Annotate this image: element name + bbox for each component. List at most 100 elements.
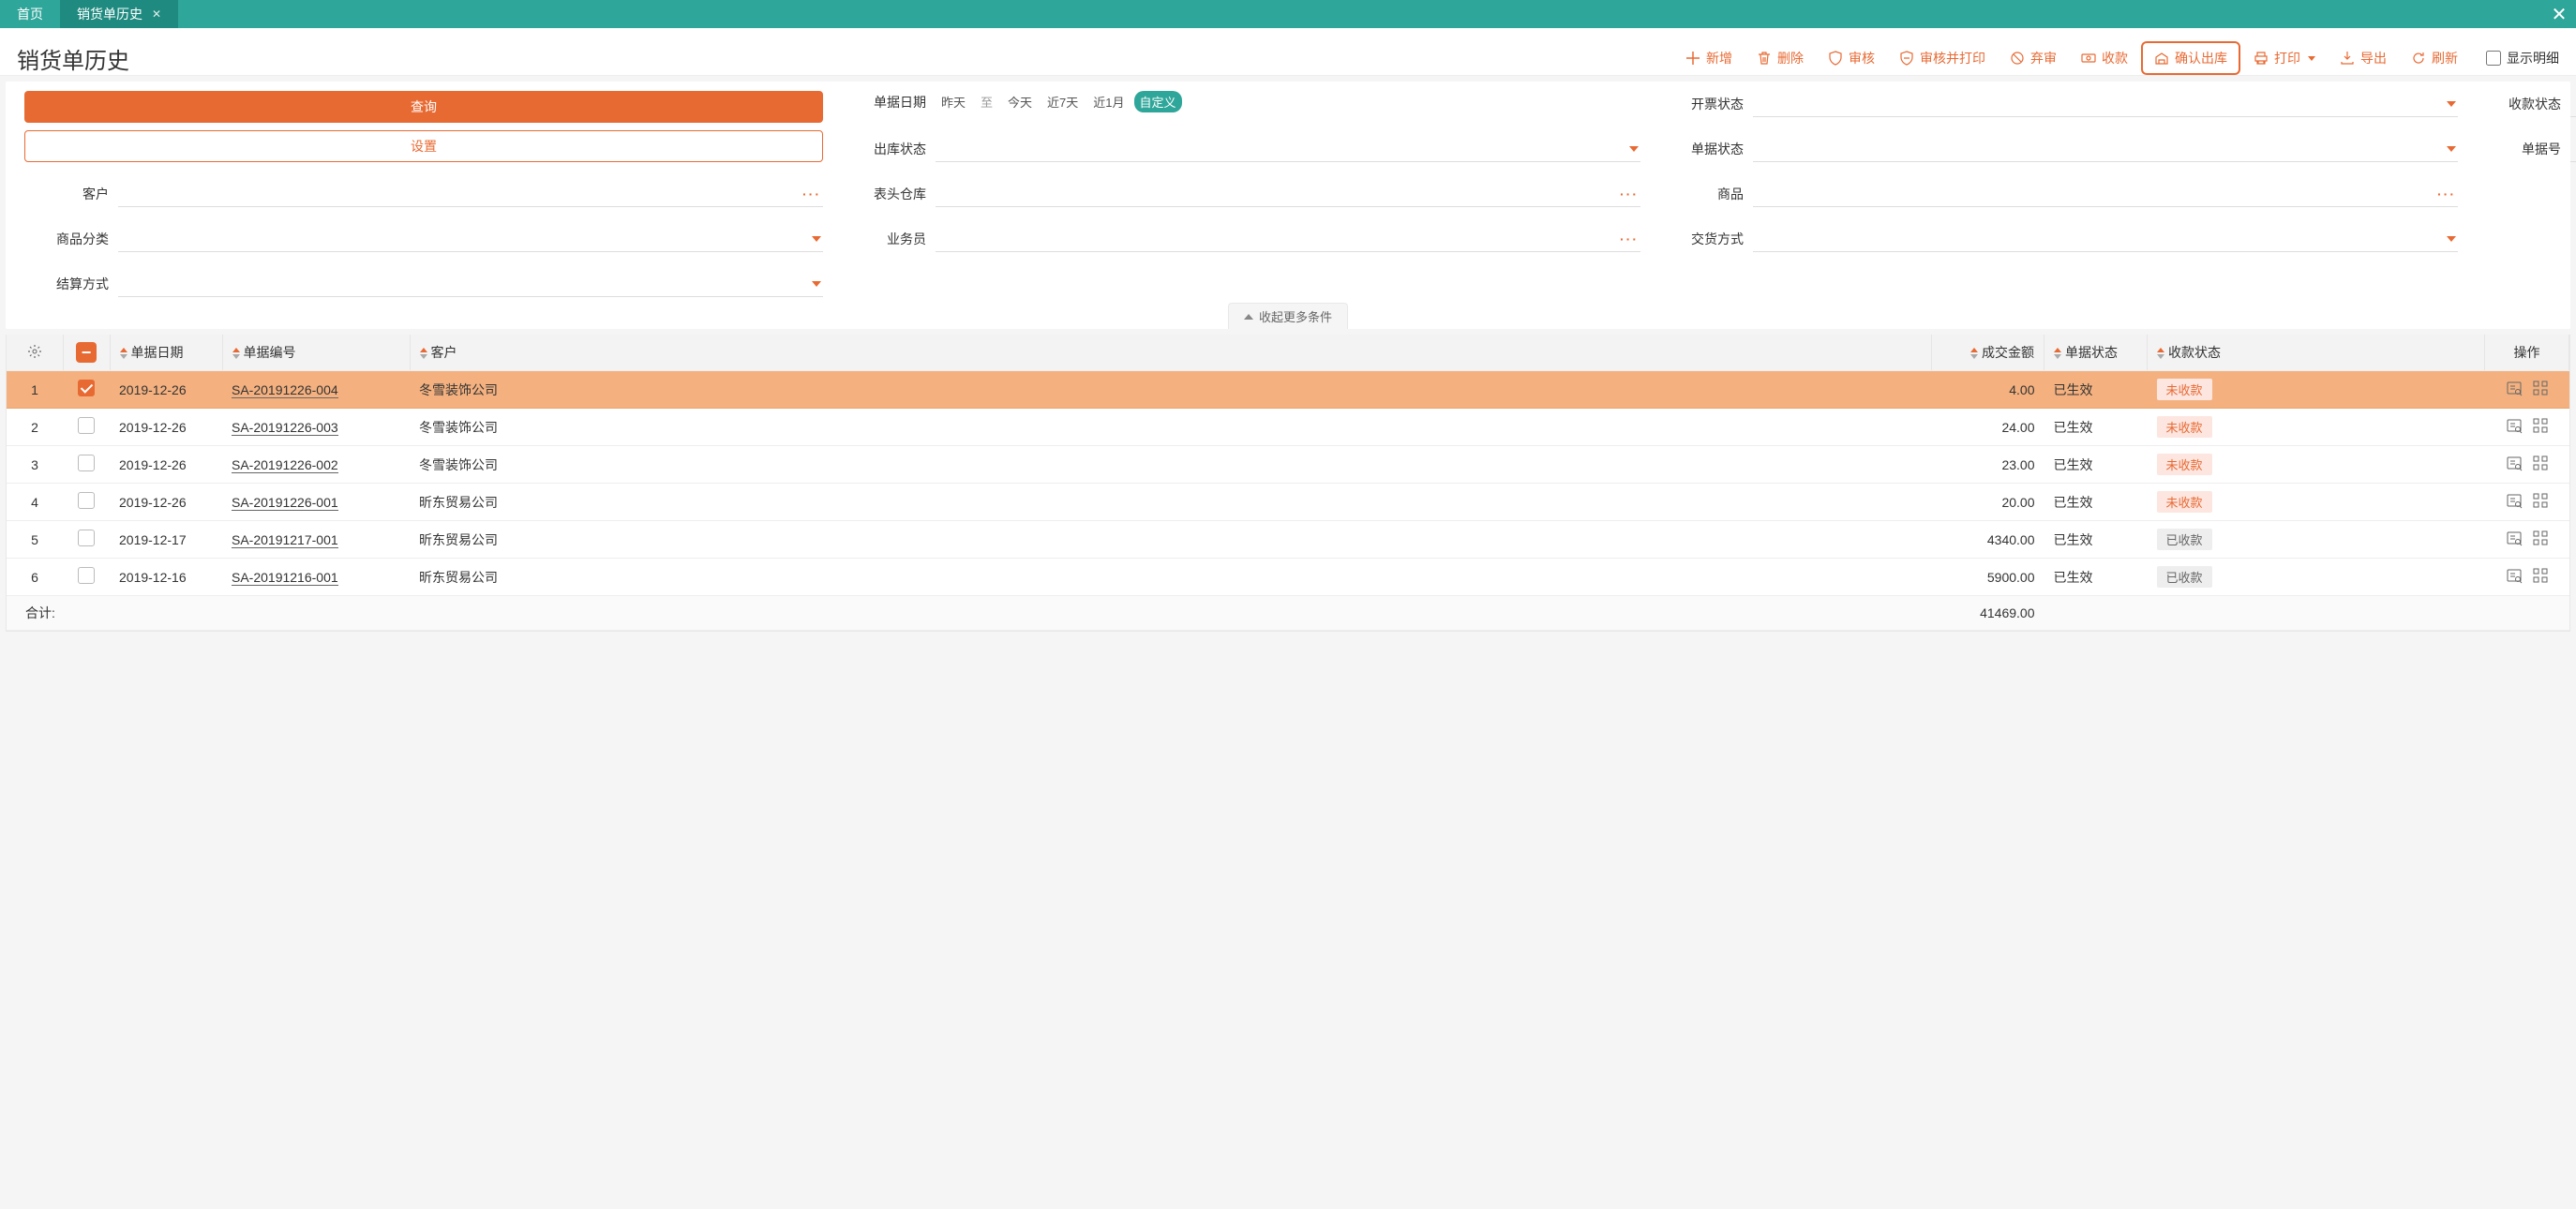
- doc-link[interactable]: SA-20191217-001: [232, 532, 338, 548]
- row-detail-icon[interactable]: [2506, 567, 2523, 587]
- page-header: 销货单历史 新增 删除 审核 审核并打印 弃审 收款 确认出库: [0, 28, 2576, 76]
- table-row[interactable]: 62019-12-16SA-20191216-001昕东贸易公司5900.00已…: [7, 559, 2569, 596]
- doc-link[interactable]: SA-20191226-001: [232, 495, 338, 511]
- col-status[interactable]: 单据状态: [2044, 335, 2148, 371]
- table-row[interactable]: 52019-12-17SA-20191217-001昕东贸易公司4340.00已…: [7, 521, 2569, 559]
- row-qr-icon[interactable]: [2532, 455, 2549, 474]
- settings-button[interactable]: 设置: [24, 130, 823, 162]
- cell-check[interactable]: [63, 559, 110, 596]
- gear-icon[interactable]: [27, 344, 42, 359]
- printer-icon: [2254, 51, 2269, 66]
- cell-check[interactable]: [63, 484, 110, 521]
- row-checkbox[interactable]: [78, 380, 95, 396]
- filter-product-cat-select[interactable]: [118, 226, 823, 252]
- filter-invoice-status-select[interactable]: [1753, 91, 2458, 117]
- doc-link[interactable]: SA-20191226-004: [232, 382, 338, 398]
- row-qr-icon[interactable]: [2532, 492, 2549, 512]
- col-amount[interactable]: 成交金额: [1932, 335, 2044, 371]
- row-qr-icon[interactable]: [2532, 567, 2549, 587]
- row-checkbox[interactable]: [78, 417, 95, 434]
- audit-button[interactable]: 审核: [1817, 43, 1886, 73]
- cell-index: 4: [7, 484, 63, 521]
- row-checkbox[interactable]: [78, 492, 95, 509]
- filter-doc-status-select[interactable]: [1753, 136, 2458, 162]
- tab-home[interactable]: 首页: [0, 0, 60, 28]
- row-qr-icon[interactable]: [2532, 417, 2549, 437]
- filter-settle-select[interactable]: [118, 271, 823, 297]
- receive-button[interactable]: 收款: [2070, 43, 2139, 73]
- col-pay-status-label: 收款状态: [2168, 345, 2221, 360]
- cell-doc-no: SA-20191226-004: [222, 371, 410, 409]
- window-close-icon[interactable]: ✕: [2542, 0, 2576, 28]
- row-detail-icon[interactable]: [2506, 380, 2523, 399]
- refresh-button[interactable]: 刷新: [2400, 43, 2469, 73]
- filter-doc-no-label: 单据号: [2477, 140, 2561, 158]
- filter-salesman-picker[interactable]: ···: [936, 226, 1640, 252]
- show-detail-checkbox[interactable]: [2486, 51, 2501, 66]
- filter-customer-picker[interactable]: ···: [118, 181, 823, 207]
- cell-check[interactable]: [63, 371, 110, 409]
- table-row[interactable]: 22019-12-26SA-20191226-003冬雪装饰公司24.00已生效…: [7, 409, 2569, 446]
- collapse-button[interactable]: 收起更多条件: [1228, 303, 1348, 329]
- delete-button[interactable]: 删除: [1745, 43, 1815, 73]
- filter-delivery-select[interactable]: [1753, 226, 2458, 252]
- col-actions-label: 操作: [2514, 345, 2540, 360]
- filter-product-picker[interactable]: ···: [1753, 181, 2458, 207]
- table-row[interactable]: 32019-12-26SA-20191226-002冬雪装饰公司23.00已生效…: [7, 446, 2569, 484]
- date-tag-near7[interactable]: 近7天: [1041, 91, 1084, 112]
- print-button[interactable]: 打印: [2242, 43, 2327, 73]
- filter-doc-no-input[interactable]: [2570, 136, 2576, 162]
- col-pay-status[interactable]: 收款状态: [2148, 335, 2485, 371]
- filter-receive-status: 收款状态: [2477, 91, 2552, 117]
- query-button[interactable]: 查询: [24, 91, 823, 123]
- filter-out-status-select[interactable]: [936, 136, 1640, 162]
- show-detail-toggle[interactable]: 显示明细: [2486, 49, 2559, 67]
- cell-doc-no: SA-20191226-002: [222, 446, 410, 484]
- row-qr-icon[interactable]: [2532, 380, 2549, 399]
- export-button[interactable]: 导出: [2329, 43, 2398, 73]
- table-row[interactable]: 12019-12-26SA-20191226-004冬雪装饰公司4.00已生效未…: [7, 371, 2569, 409]
- confirm-out-button[interactable]: 确认出库: [2141, 41, 2240, 75]
- col-select-all[interactable]: −: [63, 335, 110, 371]
- row-detail-icon[interactable]: [2506, 417, 2523, 437]
- sort-icon: [2054, 347, 2061, 360]
- row-detail-icon[interactable]: [2506, 455, 2523, 474]
- date-tag-today[interactable]: 今天: [1002, 91, 1038, 112]
- col-customer[interactable]: 客户: [410, 335, 1932, 371]
- deselect-icon[interactable]: −: [76, 342, 97, 363]
- row-checkbox[interactable]: [78, 455, 95, 471]
- filter-panel: 单据日期 昨天 至 今天 近7天 近1月 自定义 开票状态 收款状态 查询 设置…: [6, 82, 2570, 329]
- filter-receive-status-label: 收款状态: [2477, 95, 2561, 113]
- new-button[interactable]: 新增: [1674, 43, 1744, 73]
- col-doc-no[interactable]: 单据编号: [222, 335, 410, 371]
- cell-check[interactable]: [63, 521, 110, 559]
- cell-check[interactable]: [63, 446, 110, 484]
- cell-customer: 冬雪装饰公司: [410, 446, 1932, 484]
- col-settings[interactable]: [7, 335, 63, 371]
- date-tag-custom[interactable]: 自定义: [1134, 91, 1182, 112]
- close-icon[interactable]: ✕: [152, 7, 161, 21]
- row-checkbox[interactable]: [78, 567, 95, 584]
- more-dots-icon: ···: [2437, 187, 2456, 202]
- date-tag-near1m[interactable]: 近1月: [1087, 91, 1130, 112]
- doc-link[interactable]: SA-20191216-001: [232, 570, 338, 586]
- date-tag-yesterday[interactable]: 昨天: [936, 91, 971, 112]
- abandon-button-label: 弃审: [2030, 49, 2057, 67]
- row-qr-icon[interactable]: [2532, 530, 2549, 549]
- cell-check[interactable]: [63, 409, 110, 446]
- tab-current[interactable]: 销货单历史 ✕: [60, 0, 178, 28]
- filter-receive-status-select[interactable]: [2570, 91, 2576, 117]
- row-detail-icon[interactable]: [2506, 530, 2523, 549]
- row-checkbox[interactable]: [78, 530, 95, 546]
- filter-header-warehouse-picker[interactable]: ···: [936, 181, 1640, 207]
- col-date[interactable]: 单据日期: [110, 335, 222, 371]
- doc-link[interactable]: SA-20191226-003: [232, 420, 338, 436]
- doc-link[interactable]: SA-20191226-002: [232, 457, 338, 473]
- cell-status: 已生效: [2044, 446, 2148, 484]
- abandon-button[interactable]: 弃审: [1999, 43, 2068, 73]
- filter-doc-no: 单据号: [2477, 136, 2552, 162]
- audit-print-button[interactable]: 审核并打印: [1888, 43, 1997, 73]
- filter-invoice-status: 开票状态: [1659, 91, 2458, 117]
- row-detail-icon[interactable]: [2506, 492, 2523, 512]
- table-row[interactable]: 42019-12-26SA-20191226-001昕东贸易公司20.00已生效…: [7, 484, 2569, 521]
